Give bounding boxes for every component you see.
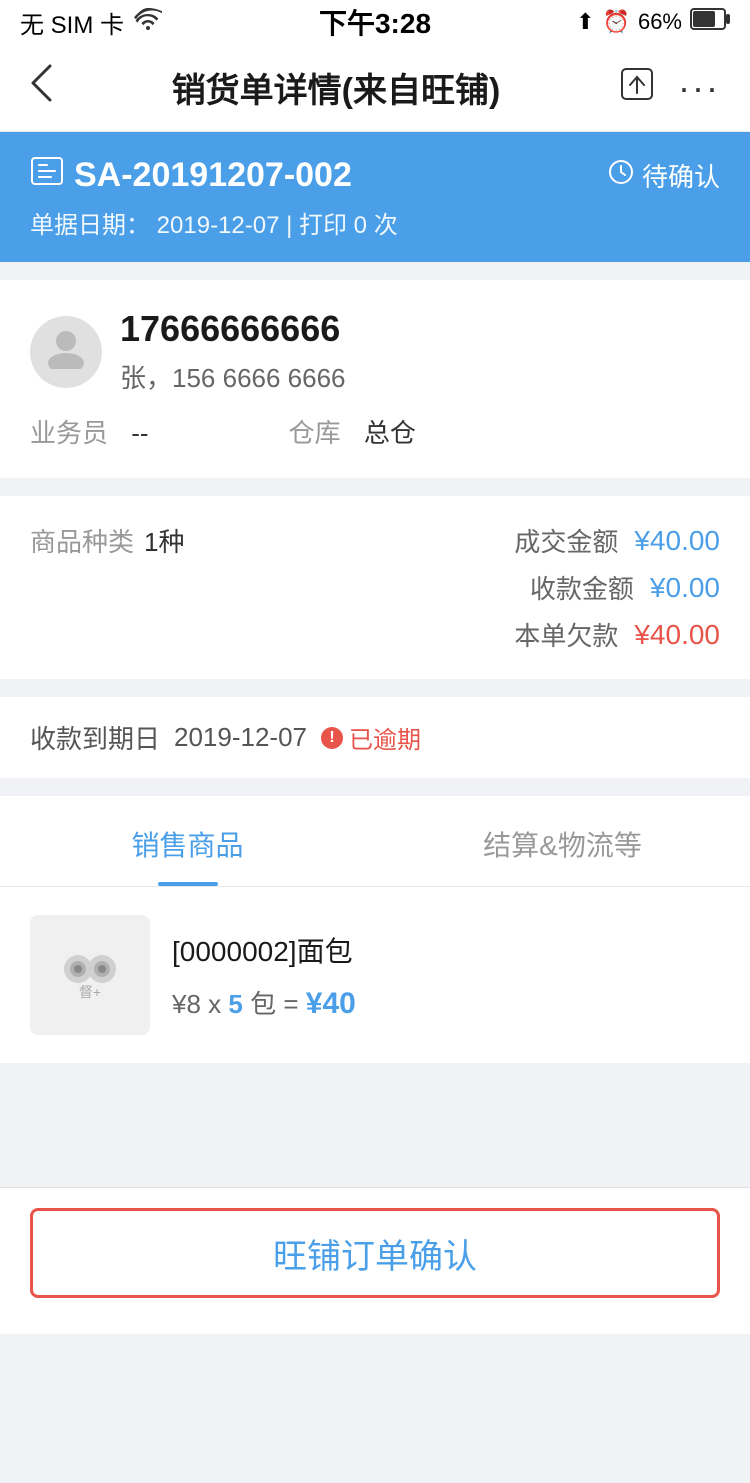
- clock-icon: [608, 159, 634, 192]
- warehouse-label: 仓库: [289, 418, 341, 448]
- owed-amount-row: 本单欠款 ¥40.00: [514, 616, 720, 653]
- tab-sales[interactable]: 销售商品: [0, 796, 375, 886]
- tab-settlement[interactable]: 结算&物流等: [375, 796, 750, 886]
- overdue-text: 已逾期: [349, 720, 421, 755]
- order-status: 待确认: [608, 157, 720, 194]
- customer-card: 17666666666 张，156 6666 6666 业务员 -- 仓库 总仓: [0, 280, 750, 478]
- status-left: 无 SIM 卡: [20, 5, 162, 40]
- customer-name-phone: 张，156 6666 6666: [120, 358, 346, 395]
- wifi-icon: [134, 8, 162, 37]
- warehouse-meta: 仓库 总仓: [289, 413, 416, 450]
- customer-phone: 17666666666: [120, 308, 346, 350]
- customer-meta: 业务员 -- 仓库 总仓: [30, 413, 720, 450]
- avatar-icon: [44, 325, 88, 379]
- sales-label: 业务员: [30, 418, 108, 448]
- summary-card: 商品种类 1种 成交金额 ¥40.00 收款金额 ¥0.00 本单欠款 ¥40.…: [0, 496, 750, 679]
- nav-actions: ···: [620, 67, 720, 109]
- product-total: ¥40: [306, 987, 356, 1020]
- status-bar: 无 SIM 卡 下午3:28 ⬆ ⏰ 66%: [0, 0, 750, 44]
- product-info: [0000002]面包 ¥8 x 5 包 = ¥40: [172, 930, 720, 1021]
- deal-amount-label: 成交金额: [514, 522, 618, 559]
- order-header: SA-20191207-002 待确认 单据日期： 2019-12-07 | 打…: [0, 132, 750, 262]
- warehouse-value: 总仓: [364, 418, 416, 448]
- product-item: 督+ [0000002]面包 ¥8 x 5 包 = ¥40: [0, 887, 750, 1063]
- product-name: [0000002]面包: [172, 930, 720, 970]
- tabs-card: 销售商品 结算&物流等 督+ [0000002]面包: [0, 796, 750, 1063]
- order-date: 单据日期： 2019-12-07 | 打印 0 次: [30, 205, 720, 240]
- alarm-icon: ⏰: [603, 9, 630, 35]
- price-multiply: x: [208, 989, 228, 1019]
- order-icon: [30, 156, 64, 195]
- sales-value: --: [131, 418, 148, 448]
- price-equals: =: [283, 989, 305, 1019]
- confirm-button-label: 旺铺订单确认: [273, 1229, 477, 1278]
- nav-bar: 销货单详情(来自旺铺) ···: [0, 44, 750, 132]
- due-date-card: 收款到期日 2019-12-07 ! 已逾期: [0, 697, 750, 778]
- status-right: ⬆ ⏰ 66%: [576, 8, 730, 36]
- tabs-row: 销售商品 结算&物流等: [0, 796, 750, 887]
- tab-sales-label: 销售商品: [131, 830, 243, 861]
- product-type-label: 商品种类: [30, 522, 134, 559]
- price-unit: 包: [250, 989, 276, 1019]
- more-icon[interactable]: ···: [678, 67, 720, 109]
- owed-amount-value: ¥40.00: [634, 619, 720, 651]
- svg-text:督+: 督+: [79, 984, 101, 999]
- battery-label: 66%: [638, 9, 682, 35]
- avatar: [30, 316, 102, 388]
- price-per-unit: ¥8: [172, 989, 201, 1019]
- received-amount-label: 收款金额: [530, 569, 634, 606]
- product-type: 商品种类 1种: [30, 522, 184, 559]
- gps-icon: ⬆: [576, 9, 594, 35]
- status-text: 待确认: [642, 157, 720, 194]
- tab-settlement-label: 结算&物流等: [483, 830, 642, 861]
- overdue-badge: ! 已逾期: [321, 720, 421, 755]
- product-quantity: 5: [228, 989, 242, 1019]
- deal-amount-value: ¥40.00: [634, 525, 720, 557]
- battery-icon: [690, 8, 730, 36]
- order-id: SA-20191207-002: [30, 156, 352, 195]
- product-thumb-icon: 督+: [50, 939, 130, 1011]
- back-button[interactable]: [30, 64, 52, 111]
- product-type-value: 1种: [144, 522, 184, 559]
- customer-info: 17666666666 张，156 6666 6666: [120, 308, 346, 395]
- due-date-label: 收款到期日: [30, 719, 160, 756]
- overdue-dot-icon: !: [321, 727, 343, 749]
- share-icon[interactable]: [620, 67, 654, 109]
- received-amount-row: 收款金额 ¥0.00: [530, 569, 720, 606]
- received-amount-value: ¥0.00: [650, 572, 720, 604]
- bottom-area: 旺铺订单确认: [0, 1187, 750, 1334]
- sim-label: 无 SIM 卡: [20, 5, 124, 40]
- due-date-value: 2019-12-07: [174, 722, 307, 753]
- order-id-text: SA-20191207-002: [74, 156, 352, 195]
- page-title: 销货单详情(来自旺铺): [172, 63, 501, 112]
- deal-amount-row: 成交金额 ¥40.00: [514, 522, 720, 559]
- confirm-button[interactable]: 旺铺订单确认: [30, 1208, 720, 1298]
- product-price-row: ¥8 x 5 包 = ¥40: [172, 984, 720, 1021]
- sales-meta: 业务员 --: [30, 413, 149, 450]
- owed-amount-label: 本单欠款: [514, 616, 618, 653]
- status-time: 下午3:28: [319, 2, 431, 42]
- product-thumbnail: 督+: [30, 915, 150, 1035]
- amounts: 成交金额 ¥40.00 收款金额 ¥0.00 本单欠款 ¥40.00: [514, 522, 720, 653]
